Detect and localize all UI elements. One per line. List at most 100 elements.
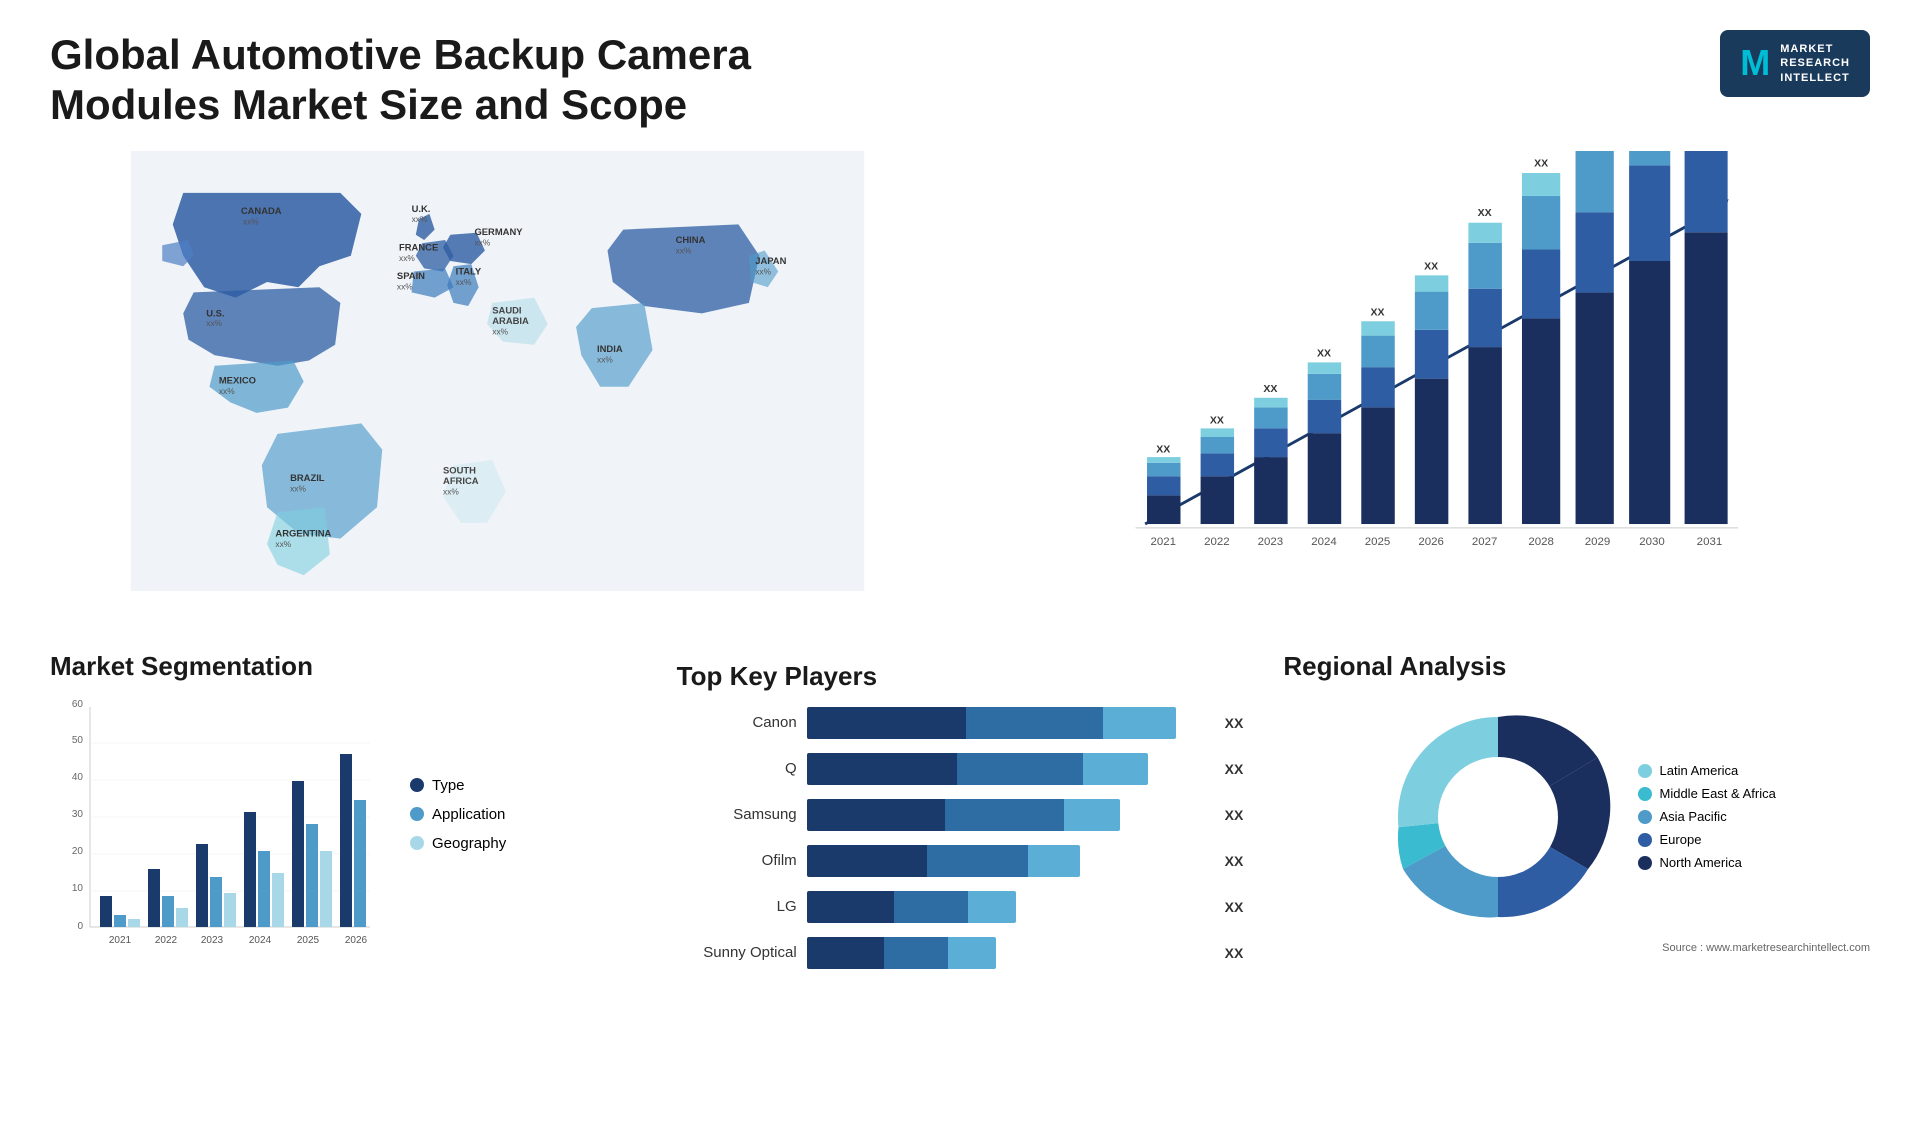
svg-text:XX: XX (1371, 306, 1385, 318)
svg-text:2025: 2025 (297, 935, 320, 946)
logo-letter: M (1740, 42, 1770, 84)
svg-text:xx%: xx% (206, 318, 222, 328)
svg-text:xx%: xx% (399, 253, 415, 263)
north-america-legend: North America (1638, 855, 1776, 870)
bar-chart-wrapper: XX XX (975, 151, 1870, 591)
svg-text:2030: 2030 (1639, 536, 1665, 548)
svg-text:xx%: xx% (676, 245, 692, 255)
svg-text:U.K.: U.K. (412, 203, 431, 214)
svg-text:XX: XX (1156, 443, 1170, 455)
svg-text:JAPAN: JAPAN (755, 255, 786, 266)
svg-text:2021: 2021 (109, 935, 132, 946)
svg-text:2025: 2025 (1365, 536, 1391, 548)
svg-text:ITALY: ITALY (456, 265, 482, 276)
geography-legend: Geography (410, 835, 506, 852)
logo-box: M MARKET RESEARCH INTELLECT (1720, 30, 1870, 97)
player-row-canon: Canon XX (677, 707, 1244, 739)
svg-text:2021: 2021 (1151, 536, 1177, 548)
svg-text:2023: 2023 (201, 935, 224, 946)
svg-text:AFRICA: AFRICA (443, 475, 479, 486)
header: Global Automotive Backup Camera Modules … (50, 30, 1870, 131)
svg-text:2024: 2024 (1311, 536, 1337, 548)
middle-east-legend: Middle East & Africa (1638, 786, 1776, 801)
players-title: Top Key Players (677, 661, 1244, 692)
svg-text:20: 20 (72, 846, 84, 857)
svg-text:xx%: xx% (412, 214, 428, 224)
page-title: Global Automotive Backup Camera Modules … (50, 30, 900, 131)
svg-text:2029: 2029 (1585, 536, 1611, 548)
map-section: CANADA xx% U.S. xx% MEXICO xx% BRAZIL xx… (50, 151, 945, 631)
world-map-svg: CANADA xx% U.S. xx% MEXICO xx% BRAZIL xx… (50, 151, 945, 591)
svg-text:INDIA: INDIA (597, 343, 623, 354)
svg-text:2022: 2022 (1204, 536, 1230, 548)
map-wrapper: CANADA xx% U.S. xx% MEXICO xx% BRAZIL xx… (50, 151, 945, 591)
svg-text:2023: 2023 (1258, 536, 1284, 548)
svg-text:XX: XX (1210, 414, 1224, 426)
logo-container: M MARKET RESEARCH INTELLECT (1720, 30, 1870, 97)
svg-text:xx%: xx% (443, 486, 459, 496)
us-label: U.S. (206, 307, 224, 318)
player-row-ofilm: Ofilm XX (677, 845, 1244, 877)
svg-text:xx%: xx% (219, 386, 235, 396)
application-legend: Application (410, 806, 506, 823)
svg-text:2026: 2026 (345, 935, 368, 946)
regional-content: Latin America Middle East & Africa Asia … (1378, 697, 1776, 937)
svg-text:2024: 2024 (249, 935, 272, 946)
source-text: Source : www.marketresearchintellect.com (1283, 942, 1870, 954)
svg-text:MEXICO: MEXICO (219, 374, 256, 385)
svg-text:CHINA: CHINA (676, 234, 706, 245)
market-segmentation-section: Market Segmentation 0 10 20 30 40 50 60 (50, 651, 637, 993)
svg-text:XX: XX (1317, 347, 1331, 359)
svg-text:BRAZIL: BRAZIL (290, 472, 325, 483)
svg-text:2022: 2022 (155, 935, 178, 946)
bar-chart-svg: XX XX (975, 151, 1870, 591)
svg-text:2031: 2031 (1697, 536, 1723, 548)
players-section: Top Key Players Canon XX Q (667, 651, 1254, 993)
svg-text:xx%: xx% (397, 281, 413, 291)
svg-text:ARABIA: ARABIA (492, 315, 529, 326)
seg-legend: Type Application Geography (410, 777, 506, 977)
svg-text:2028: 2028 (1528, 536, 1554, 548)
segmentation-chart: 0 10 20 30 40 50 60 (50, 697, 390, 977)
type-legend: Type (410, 777, 506, 794)
svg-text:xx%: xx% (474, 237, 490, 247)
canada-label: CANADA (241, 205, 282, 216)
europe-legend: Europe (1638, 832, 1776, 847)
logo-text: MARKET RESEARCH INTELLECT (1780, 42, 1850, 85)
svg-text:2026: 2026 (1418, 536, 1444, 548)
svg-text:xx%: xx% (597, 354, 613, 364)
regional-title: Regional Analysis (1283, 651, 1506, 682)
segmentation-title: Market Segmentation (50, 651, 637, 682)
player-row-lg: LG XX (677, 891, 1244, 923)
svg-text:60: 60 (72, 699, 84, 710)
svg-text:GERMANY: GERMANY (474, 226, 523, 237)
player-row-q: Q XX (677, 753, 1244, 785)
svg-text:xx%: xx% (456, 277, 472, 287)
svg-text:SAUDI: SAUDI (492, 304, 521, 315)
svg-text:50: 50 (72, 735, 84, 746)
donut-chart (1378, 697, 1618, 937)
svg-text:xx%: xx% (290, 483, 306, 493)
svg-text:10: 10 (72, 883, 84, 894)
regional-section: Regional Analysis (1283, 651, 1870, 993)
svg-text:FRANCE: FRANCE (399, 241, 438, 252)
latin-america-legend: Latin America (1638, 763, 1776, 778)
bar-chart-section: XX XX (975, 151, 1870, 631)
svg-text:XX: XX (1534, 157, 1548, 169)
player-row-sunny: Sunny Optical XX (677, 937, 1244, 969)
svg-text:30: 30 (72, 809, 84, 820)
regional-legend: Latin America Middle East & Africa Asia … (1638, 763, 1776, 870)
svg-text:XX: XX (1263, 383, 1277, 395)
svg-text:2027: 2027 (1472, 536, 1498, 548)
svg-text:40: 40 (72, 772, 84, 783)
svg-text:xx%: xx% (492, 326, 508, 336)
asia-pacific-legend: Asia Pacific (1638, 809, 1776, 824)
svg-text:SPAIN: SPAIN (397, 270, 425, 281)
svg-text:SOUTH: SOUTH (443, 464, 476, 475)
svg-text:XX: XX (1424, 260, 1438, 272)
svg-text:0: 0 (77, 921, 83, 932)
svg-text:xx%: xx% (243, 216, 259, 226)
svg-text:xx%: xx% (755, 266, 771, 276)
svg-text:ARGENTINA: ARGENTINA (275, 527, 331, 538)
svg-text:XX: XX (1478, 207, 1492, 219)
